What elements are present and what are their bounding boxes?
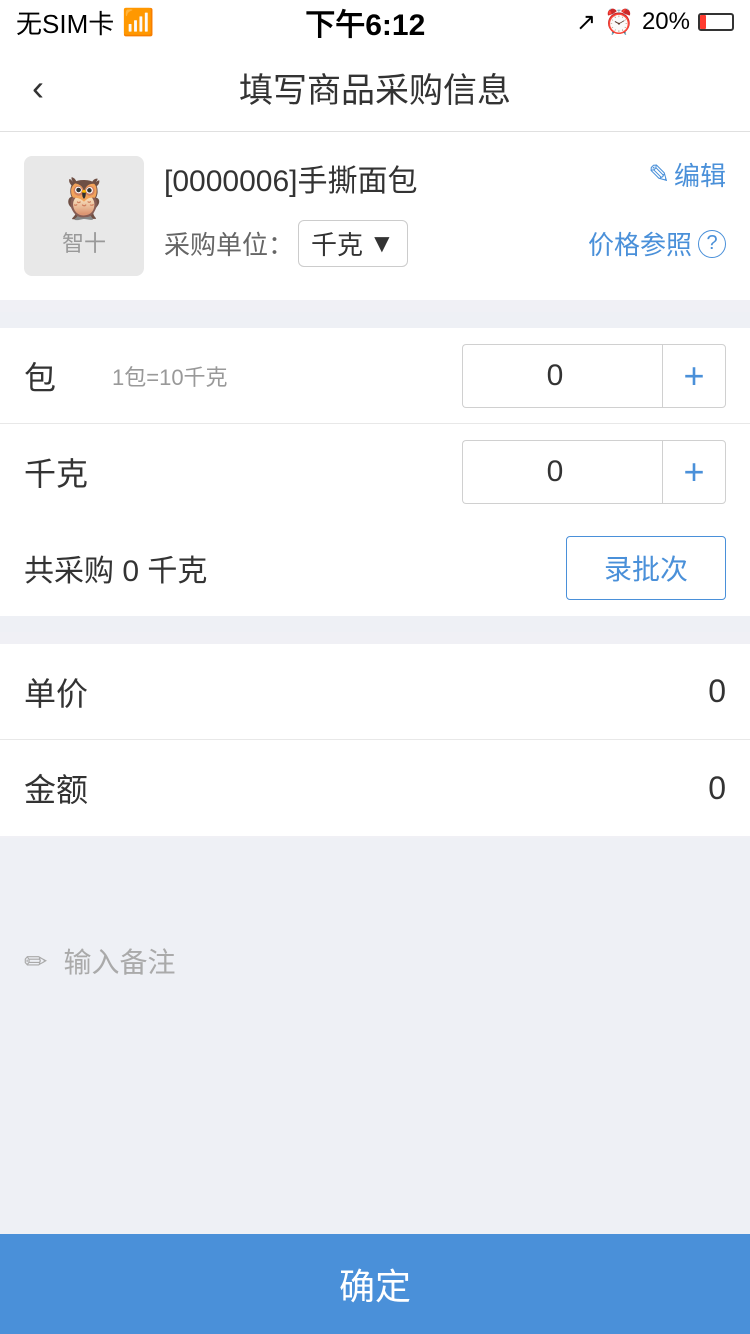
kg-qty-wrap: + [462,440,726,504]
price-info-section: 单价 0 金额 0 [0,644,750,836]
bag-plus-button[interactable]: + [662,344,726,408]
amount-label: 金额 [24,765,88,811]
confirm-label: 确定 [339,1258,411,1310]
section-divider-1 [0,312,750,328]
content-spacer [0,1084,750,1234]
battery-icon [698,13,734,31]
back-button[interactable]: ‹ [24,59,52,117]
bag-input-row: 包 1包=10千克 + [0,328,750,424]
nav-bar: ‹ 填写商品采购信息 [0,44,750,132]
bag-label: 包 [24,353,104,399]
status-time: 下午6:12 [305,0,425,44]
batch-button[interactable]: 录批次 [566,536,726,600]
note-placeholder: 输入备注 [63,941,175,981]
carrier-text: 无SIM卡 [16,4,114,41]
product-name: [0000006]手撕面包 [164,156,648,200]
price-ref-help-icon[interactable]: ? [698,230,726,258]
unit-select[interactable]: 千克 ▼ [298,220,408,267]
total-row: 共采购 0 千克 录批次 [0,520,750,616]
price-row: 单价 0 [0,644,750,740]
purchase-unit-label: 采购单位： [164,225,294,262]
page-title: 填写商品采购信息 [239,63,511,112]
unit-value: 千克 [311,225,363,262]
brand-text: 智十 [62,226,106,258]
product-image: 🦉 智十 [24,156,144,276]
bag-qty-wrap: + [462,344,726,408]
status-right: ↗ ⏰ 20% [576,8,734,37]
product-info: [0000006]手撕面包 ✎ 编辑 采购单位： 千克 ▼ 价格参照 ? [164,156,726,267]
total-label: 共采购 [24,555,122,588]
price-label: 单价 [24,669,88,715]
purchase-unit-row: 采购单位： 千克 ▼ 价格参照 ? [164,220,726,267]
confirm-button[interactable]: 确定 [0,1234,750,1334]
price-ref-label: 价格参照 [588,225,692,262]
status-bar: 无SIM卡 📶 下午6:12 ↗ ⏰ 20% [0,0,750,44]
amount-row: 金额 0 [0,740,750,836]
alarm-icon: ⏰ [604,8,634,37]
pencil-icon: ✏ [24,945,47,978]
edit-button[interactable]: ✎ 编辑 [648,156,726,193]
note-section[interactable]: ✏ 输入备注 [0,838,750,1084]
price-ref-button[interactable]: 价格参照 ? [588,225,726,262]
kg-input-row: 千克 + [0,424,750,520]
location-icon: ↗ [576,8,596,37]
kg-qty-input[interactable] [462,440,662,504]
total-unit: 千克 [147,555,207,588]
section-divider-2 [0,616,750,632]
kg-plus-button[interactable]: + [662,440,726,504]
input-section: 包 1包=10千克 + 千克 + [0,328,750,520]
bag-plus-icon: + [683,355,704,397]
amount-value: 0 [708,770,726,807]
dropdown-arrow-icon: ▼ [369,228,395,259]
kg-plus-icon: + [683,451,704,493]
total-text: 共采购 0 千克 [24,546,207,590]
product-card: 🦉 智十 [0000006]手撕面包 ✎ 编辑 采购单位： 千克 ▼ 价格参照 … [0,132,750,300]
battery-percent: 20% [642,8,690,36]
price-value: 0 [708,673,726,710]
kg-label: 千克 [24,449,104,495]
bag-qty-input[interactable] [462,344,662,408]
product-header: [0000006]手撕面包 ✎ 编辑 [164,156,726,200]
edit-icon: ✎ [648,159,670,190]
status-left: 无SIM卡 📶 [16,4,155,41]
owl-icon: 🦉 [59,175,109,222]
wifi-icon: 📶 [122,7,154,38]
total-val: 0 [122,555,147,588]
bag-sublabel: 1包=10千克 [112,360,228,392]
